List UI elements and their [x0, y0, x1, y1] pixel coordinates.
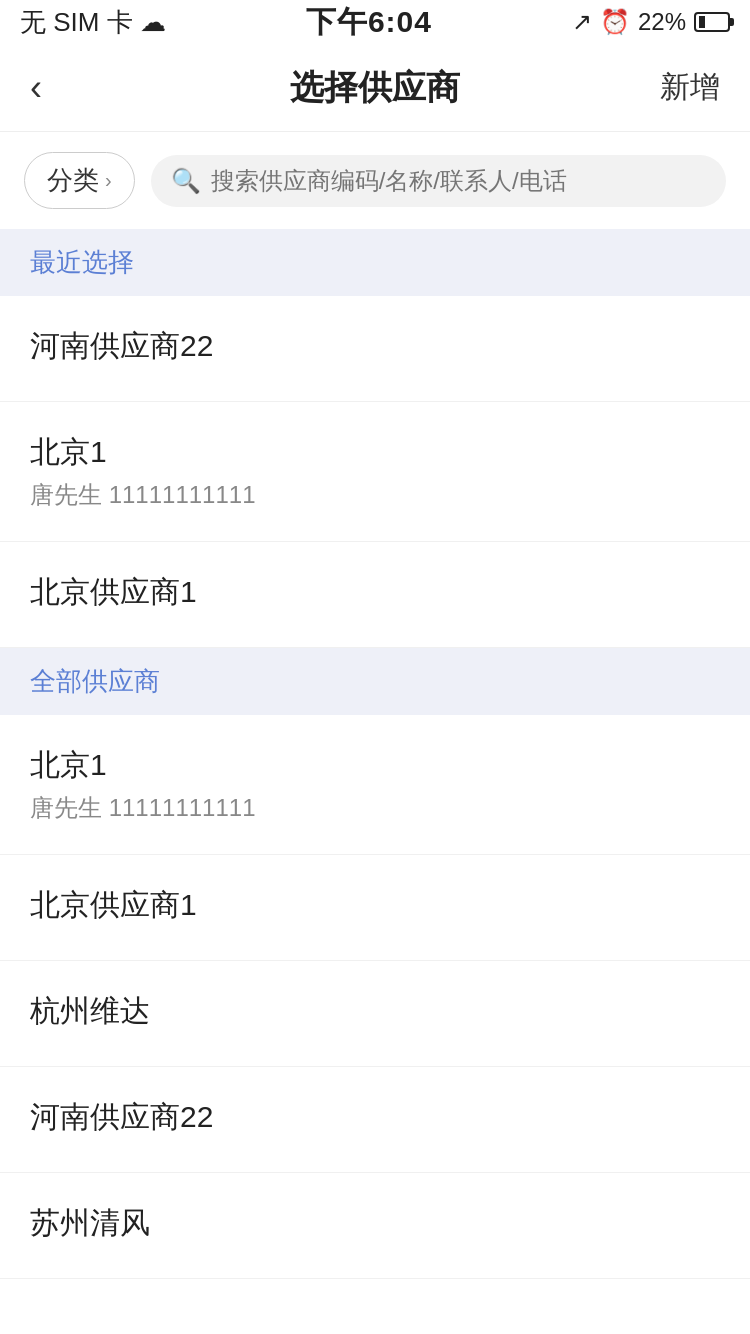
category-label: 分类 [47, 163, 99, 198]
list-item[interactable]: 北京供应商1 [0, 542, 750, 648]
item-name: 河南供应商22 [30, 326, 720, 367]
battery-icon [694, 12, 730, 32]
item-name: 苏州清风 [30, 1203, 720, 1244]
alarm-icon: ⏰ [600, 8, 630, 36]
status-left: 无 SIM 卡 ☁ [20, 5, 166, 40]
search-input[interactable] [211, 167, 706, 195]
item-name: 北京1 [30, 432, 720, 473]
status-right: ↗ ⏰ 22% [572, 8, 730, 36]
search-icon: 🔍 [171, 167, 201, 195]
item-subtitle: 唐先生 11111111111 [30, 479, 720, 511]
status-time: 下午6:04 [306, 2, 432, 43]
list-item[interactable]: 杭州维达 [0, 961, 750, 1067]
nav-bar: ‹ 选择供应商 新增 [0, 44, 750, 132]
section-header-all: 全部供应商 [0, 648, 750, 715]
page-title: 选择供应商 [290, 65, 460, 111]
location-icon: ↗ [572, 8, 592, 36]
list-item[interactable]: 苏州清风 [0, 1173, 750, 1279]
filter-bar: 分类 › 🔍 [0, 132, 750, 229]
item-name: 河南供应商22 [30, 1097, 720, 1138]
item-subtitle: 唐先生 11111111111 [30, 792, 720, 824]
list-item[interactable]: 北京1 唐先生 11111111111 [0, 402, 750, 542]
list-item[interactable]: 北京1 唐先生 11111111111 [0, 715, 750, 855]
add-button[interactable]: 新增 [660, 67, 720, 108]
list-item[interactable]: 河南供应商22 [0, 1067, 750, 1173]
item-name: 北京供应商1 [30, 885, 720, 926]
section-header-recent: 最近选择 [0, 229, 750, 296]
chevron-right-icon: › [105, 169, 112, 192]
battery-label: 22% [638, 8, 686, 36]
item-name: 北京1 [30, 745, 720, 786]
item-name: 杭州维达 [30, 991, 720, 1032]
list-item[interactable]: 北京供应商1 [0, 855, 750, 961]
sim-label: 无 SIM 卡 ☁ [20, 5, 166, 40]
status-bar: 无 SIM 卡 ☁ 下午6:04 ↗ ⏰ 22% [0, 0, 750, 44]
supplier-list: 最近选择河南供应商22 北京1 唐先生 11111111111 北京供应商1 全部供应商… [0, 229, 750, 1279]
search-box[interactable]: 🔍 [151, 155, 726, 207]
back-button[interactable]: ‹ [30, 67, 90, 109]
category-button[interactable]: 分类 › [24, 152, 135, 209]
item-name: 北京供应商1 [30, 572, 720, 613]
list-item[interactable]: 河南供应商22 [0, 296, 750, 402]
